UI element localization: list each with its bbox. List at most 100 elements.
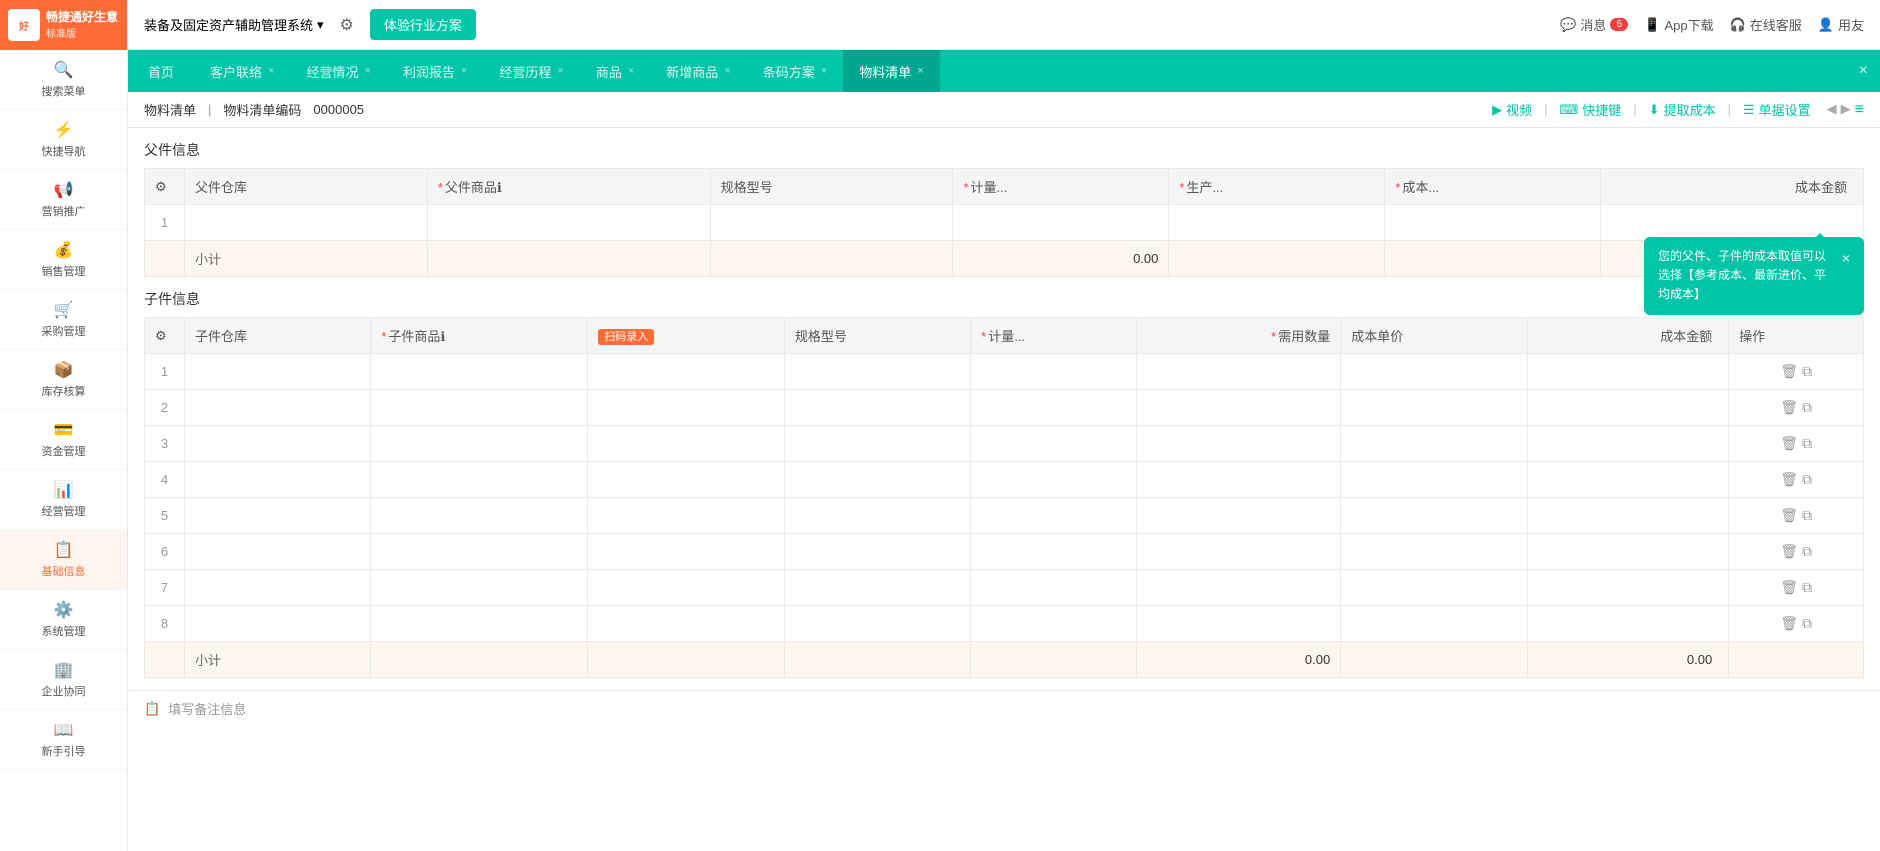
child-warehouse-cell[interactable] [185,534,371,570]
parent-cost-cell[interactable] [1385,205,1601,241]
child-warehouse-cell[interactable] [185,426,371,462]
child-warehouse-cell[interactable] [185,606,371,642]
child-qty-cell[interactable] [1136,462,1340,498]
child-product-cell[interactable] [371,498,588,534]
child-spec-cell[interactable] [784,354,970,390]
extract-cost-action[interactable]: ⬇ 提取成本 [1649,100,1716,119]
breadcrumb-list[interactable]: 物料清单 [144,100,196,119]
copy-btn[interactable]: ⧉ [1802,543,1812,560]
tooltip-close-btn[interactable]: × [1842,247,1850,269]
child-unit-cell[interactable] [971,570,1137,606]
copy-btn[interactable]: ⧉ [1802,399,1812,416]
child-spec-cell[interactable] [784,570,970,606]
delete-btn[interactable]: 🗑 [1780,615,1798,632]
nav-tab-close-barcode[interactable]: × [821,65,827,77]
sidebar-item-system[interactable]: ⚙️系统管理 [0,590,127,650]
shortcut-action[interactable]: ⌨ 快捷键 [1560,100,1622,119]
settings-icon[interactable]: ⚙ [340,15,354,35]
nav-tab-close-customer[interactable]: × [268,65,274,77]
child-price-cell[interactable] [1341,606,1527,642]
delete-btn[interactable]: 🗑 [1780,363,1798,380]
child-spec-cell[interactable] [784,462,970,498]
copy-btn[interactable]: ⧉ [1802,363,1812,380]
sidebar-item-sales[interactable]: 💰销售管理 [0,230,127,290]
child-product-cell[interactable] [371,354,588,390]
parent-spec-cell[interactable] [710,205,953,241]
nav-next-icon[interactable]: ▶ [1841,101,1851,119]
child-qty-cell[interactable] [1136,570,1340,606]
child-warehouse-cell[interactable] [185,498,371,534]
child-warehouse-cell[interactable] [185,462,371,498]
child-qty-cell[interactable] [1136,354,1340,390]
copy-btn[interactable]: ⧉ [1802,435,1812,452]
bottom-hint[interactable]: 填写备注信息 [168,699,246,718]
view-video-action[interactable]: ▶ 视频 [1492,100,1532,119]
list-view-icon[interactable]: ≡ [1855,101,1864,119]
system-name-dropdown[interactable]: 装备及固定资产辅助管理系统 ▾ [144,15,324,34]
message-action[interactable]: 💬 消息 6 [1560,15,1628,34]
delete-btn[interactable]: 🗑 [1780,399,1798,416]
child-product-cell[interactable] [371,534,588,570]
child-price-cell[interactable] [1341,354,1527,390]
copy-btn[interactable]: ⧉ [1802,471,1812,488]
sidebar-item-quick_nav[interactable]: ⚡快捷导航 [0,110,127,170]
delete-btn[interactable]: 🗑 [1780,507,1798,524]
tabs-close-right[interactable]: × [1847,62,1880,80]
nav-tab-home[interactable]: 首页 [128,50,194,92]
copy-btn[interactable]: ⧉ [1802,507,1812,524]
sidebar-item-marketing[interactable]: 📢营销推广 [0,170,127,230]
child-price-cell[interactable] [1341,390,1527,426]
nav-tab-close-bom[interactable]: × [917,65,923,77]
child-unit-cell[interactable] [971,354,1137,390]
parent-th-settings[interactable]: ⚙ [145,169,185,205]
scan-badge[interactable]: 扫码录入 [598,329,654,345]
copy-btn[interactable]: ⧉ [1802,579,1812,596]
delete-btn[interactable]: 🗑 [1780,471,1798,488]
child-warehouse-cell[interactable] [185,354,371,390]
child-th-settings[interactable]: ⚙ [145,318,185,354]
child-qty-cell[interactable] [1136,534,1340,570]
sidebar-item-enterprise[interactable]: 🏢企业协同 [0,650,127,710]
parent-unit-cell[interactable] [953,205,1169,241]
trial-button[interactable]: 体验行业方案 [370,9,476,40]
child-qty-cell[interactable] [1136,390,1340,426]
child-product-cell[interactable] [371,570,588,606]
delete-btn[interactable]: 🗑 [1780,579,1798,596]
child-product-cell[interactable] [371,606,588,642]
child-price-cell[interactable] [1341,426,1527,462]
child-unit-cell[interactable] [971,606,1137,642]
child-product-cell[interactable] [371,426,588,462]
delete-btn[interactable]: 🗑 [1780,435,1798,452]
user-action[interactable]: 👤 用友 [1818,15,1864,34]
nav-tab-close-new_goods[interactable]: × [724,65,730,77]
parent-product-cell[interactable] [427,205,710,241]
child-unit-cell[interactable] [971,426,1137,462]
child-price-cell[interactable] [1341,498,1527,534]
child-spec-cell[interactable] [784,426,970,462]
sidebar-item-basic_info[interactable]: 📋基础信息 [0,530,127,590]
nav-tab-customer[interactable]: 客户联络× [194,50,290,92]
nav-tab-close-history[interactable]: × [557,65,563,77]
child-unit-cell[interactable] [971,462,1137,498]
child-price-cell[interactable] [1341,462,1527,498]
app-download-action[interactable]: 📱 App下载 [1644,15,1713,34]
child-warehouse-cell[interactable] [185,390,371,426]
nav-tab-close-operations[interactable]: × [364,65,370,77]
child-spec-cell[interactable] [784,498,970,534]
nav-tab-profit[interactable]: 利润报告× [387,50,483,92]
nav-tab-close-profit[interactable]: × [461,65,467,77]
child-unit-cell[interactable] [971,534,1137,570]
child-spec-cell[interactable] [784,534,970,570]
child-th-scan[interactable]: 扫码录入 [588,318,785,354]
sidebar-item-finance[interactable]: 💳资金管理 [0,410,127,470]
nav-tab-bom[interactable]: 物料清单× [843,50,939,92]
nav-tab-history[interactable]: 经营历程× [483,50,579,92]
nav-tab-goods[interactable]: 商品× [580,50,650,92]
parent-warehouse-cell[interactable] [185,205,428,241]
child-warehouse-cell[interactable] [185,570,371,606]
delete-btn[interactable]: 🗑 [1780,543,1798,560]
sidebar-item-guide[interactable]: 📖新手引导 [0,710,127,770]
child-unit-cell[interactable] [971,390,1137,426]
child-spec-cell[interactable] [784,606,970,642]
nav-tab-barcode[interactable]: 条码方案× [747,50,843,92]
